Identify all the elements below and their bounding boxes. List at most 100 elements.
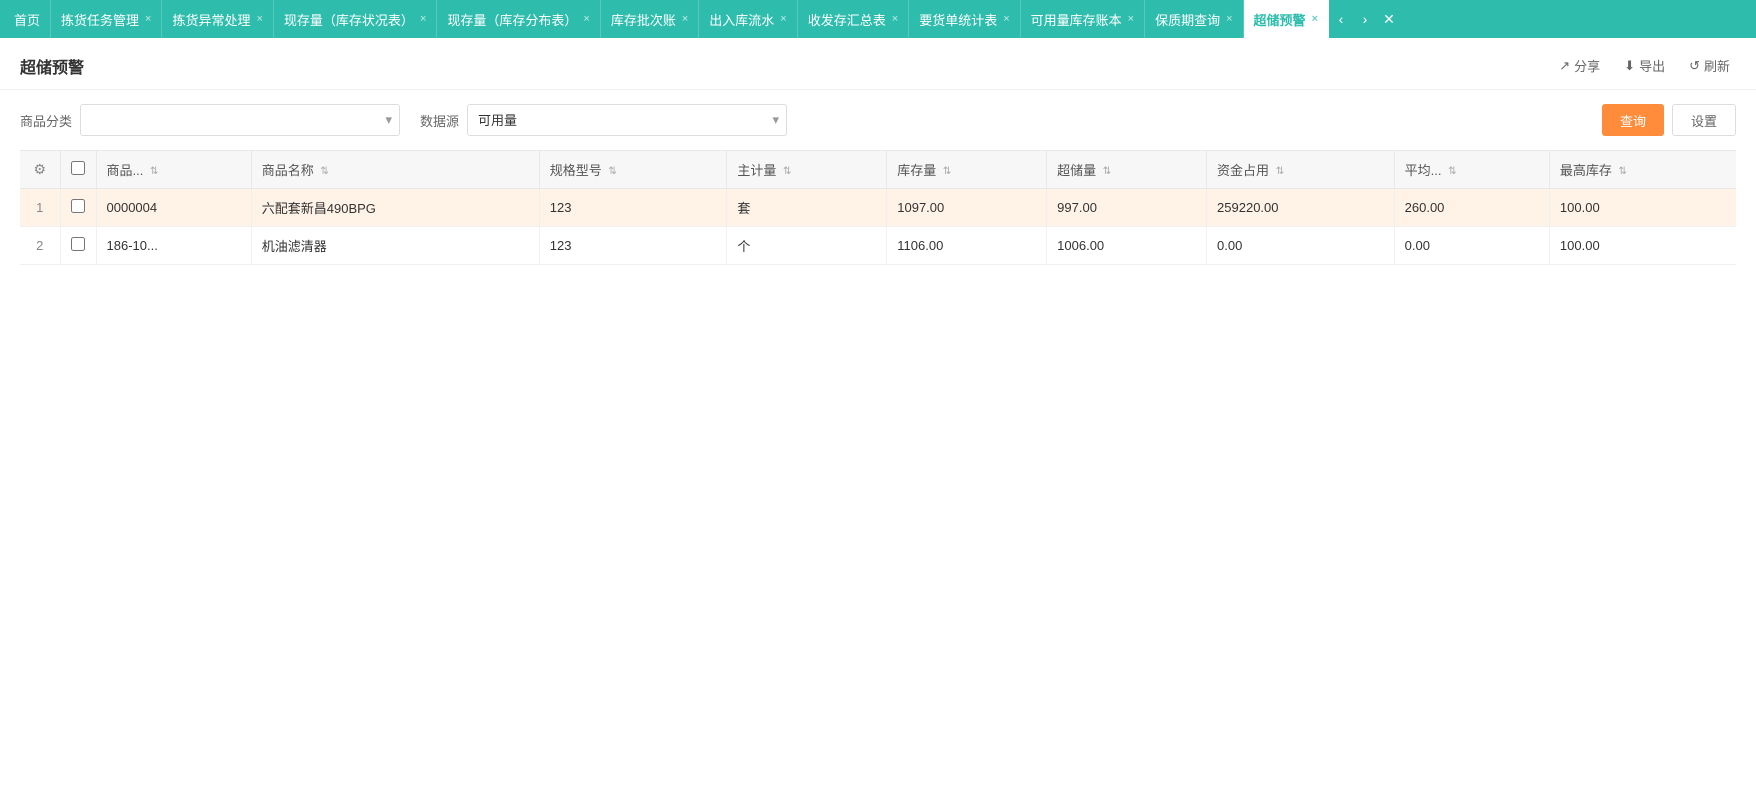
- tab-recv-send[interactable]: 收发存汇总表 ×: [798, 0, 909, 38]
- sort-icon: ⇅: [1448, 166, 1456, 177]
- tab-picking-exception[interactable]: 拣货异常处理 ×: [162, 0, 273, 38]
- nav-next-button[interactable]: ›: [1353, 0, 1377, 38]
- tab-stock-dist[interactable]: 现存量（库存分布表） ×: [437, 0, 600, 38]
- cell-unit: 个: [727, 227, 887, 265]
- col-header-avg[interactable]: 平均... ⇅: [1394, 151, 1549, 189]
- close-icon[interactable]: ×: [1003, 13, 1009, 25]
- row-index: 1: [20, 189, 60, 227]
- row-checkbox-cell: [60, 227, 96, 265]
- settings-button[interactable]: 设置: [1672, 104, 1736, 136]
- tab-expiry[interactable]: 保质期查询 ×: [1145, 0, 1243, 38]
- col-header-overstock[interactable]: 超储量 ⇅: [1047, 151, 1207, 189]
- cell-product-name: 机油滤清器: [251, 227, 539, 265]
- col-header-stock[interactable]: 库存量 ⇅: [887, 151, 1047, 189]
- query-button[interactable]: 查询: [1602, 104, 1664, 136]
- page-content: 超储预警 ↗ 分享 ⬇ 导出 ↺ 刷新 商品分类 ▾: [0, 38, 1756, 800]
- col-header-unit[interactable]: 主计量 ⇅: [727, 151, 887, 189]
- refresh-button[interactable]: ↺ 刷新: [1683, 52, 1736, 79]
- tab-stock-batch[interactable]: 库存批次账 ×: [601, 0, 699, 38]
- close-icon[interactable]: ×: [682, 13, 688, 25]
- cell-overstock: 997.00: [1047, 189, 1207, 227]
- cell-avg: 260.00: [1394, 189, 1549, 227]
- share-button[interactable]: ↗ 分享: [1553, 52, 1606, 79]
- close-icon[interactable]: ×: [420, 13, 426, 25]
- refresh-icon: ↺: [1689, 58, 1700, 74]
- sort-icon: ⇅: [320, 166, 328, 177]
- topbar: 首页 拣货任务管理 × 拣货异常处理 × 现存量（库存状况表） × 现存量（库存…: [0, 0, 1756, 38]
- row-checkbox[interactable]: [71, 199, 85, 213]
- sort-icon: ⇅: [783, 166, 791, 177]
- datasource-select[interactable]: 可用量: [467, 104, 787, 136]
- sort-icon: ⇅: [608, 166, 616, 177]
- close-icon[interactable]: ×: [1312, 13, 1318, 25]
- col-header-spec[interactable]: 规格型号 ⇅: [539, 151, 727, 189]
- tab-inout-flow[interactable]: 出入库流水 ×: [699, 0, 797, 38]
- tab-stock-status[interactable]: 现存量（库存状况表） ×: [274, 0, 437, 38]
- col-header-capital[interactable]: 资金占用 ⇅: [1207, 151, 1395, 189]
- col-header-checkbox: [60, 151, 96, 189]
- table-row: 1 0000004 六配套新昌490BPG 123 套 1097.00 997.…: [20, 189, 1736, 227]
- table-header-row: ⚙ 商品... ⇅ 商品名称 ⇅ 规格型号 ⇅: [20, 151, 1736, 189]
- cell-spec: 123: [539, 227, 727, 265]
- filter-buttons: 查询 设置: [1602, 104, 1736, 136]
- datasource-label: 数据源: [420, 111, 459, 130]
- close-icon[interactable]: ×: [780, 13, 786, 25]
- data-table: ⚙ 商品... ⇅ 商品名称 ⇅ 规格型号 ⇅: [20, 150, 1736, 265]
- close-icon[interactable]: ×: [1128, 13, 1134, 25]
- col-header-product-name[interactable]: 商品名称 ⇅: [251, 151, 539, 189]
- cell-overstock: 1006.00: [1047, 227, 1207, 265]
- cell-product-name: 六配套新昌490BPG: [251, 189, 539, 227]
- cell-avg: 0.00: [1394, 227, 1549, 265]
- col-header-max-stock[interactable]: 最高库存 ⇅: [1549, 151, 1736, 189]
- select-all-checkbox[interactable]: [71, 161, 85, 175]
- export-icon: ⬇: [1624, 58, 1635, 74]
- category-label: 商品分类: [20, 111, 72, 130]
- sort-icon: ⇅: [943, 166, 951, 177]
- category-select-wrapper: ▾: [80, 104, 400, 136]
- cell-stock: 1106.00: [887, 227, 1047, 265]
- close-icon[interactable]: ×: [892, 13, 898, 25]
- cell-max-stock: 100.00: [1549, 189, 1736, 227]
- category-select[interactable]: [80, 104, 400, 136]
- nav-close-button[interactable]: ✕: [1377, 0, 1401, 38]
- cell-spec: 123: [539, 189, 727, 227]
- close-icon[interactable]: ×: [583, 13, 589, 25]
- tab-usable-stock[interactable]: 可用量库存账本 ×: [1021, 0, 1145, 38]
- row-index: 2: [20, 227, 60, 265]
- close-icon[interactable]: ×: [1226, 13, 1232, 25]
- tab-order-stats[interactable]: 要货单统计表 ×: [909, 0, 1020, 38]
- sort-icon: ⇅: [1619, 166, 1627, 177]
- cell-capital: 0.00: [1207, 227, 1395, 265]
- filter-datasource: 数据源 可用量 ▾: [420, 104, 787, 136]
- export-button[interactable]: ⬇ 导出: [1618, 52, 1671, 79]
- cell-max-stock: 100.00: [1549, 227, 1736, 265]
- tab-home[interactable]: 首页: [4, 0, 51, 38]
- cell-unit: 套: [727, 189, 887, 227]
- table-wrapper: ⚙ 商品... ⇅ 商品名称 ⇅ 规格型号 ⇅: [0, 150, 1756, 265]
- filter-area: 商品分类 ▾ 数据源 可用量 ▾ 查询 设置: [0, 90, 1756, 150]
- header-actions: ↗ 分享 ⬇ 导出 ↺ 刷新: [1553, 52, 1736, 79]
- table-row: 2 186-10... 机油滤清器 123 个 1106.00 1006.00 …: [20, 227, 1736, 265]
- page-title: 超储预警: [20, 54, 84, 78]
- sort-icon: ⇅: [150, 166, 158, 177]
- tab-picking-task[interactable]: 拣货任务管理 ×: [51, 0, 162, 38]
- gear-icon[interactable]: ⚙: [33, 161, 46, 177]
- close-icon[interactable]: ×: [256, 13, 262, 25]
- datasource-select-wrapper: 可用量 ▾: [467, 104, 787, 136]
- filter-category: 商品分类 ▾: [20, 104, 400, 136]
- sort-icon: ⇅: [1103, 166, 1111, 177]
- close-icon[interactable]: ×: [145, 13, 151, 25]
- cell-product-code: 0000004: [96, 189, 251, 227]
- cell-product-code: 186-10...: [96, 227, 251, 265]
- row-checkbox[interactable]: [71, 237, 85, 251]
- share-icon: ↗: [1559, 58, 1570, 74]
- cell-capital: 259220.00: [1207, 189, 1395, 227]
- nav-prev-button[interactable]: ‹: [1329, 0, 1353, 38]
- page-header: 超储预警 ↗ 分享 ⬇ 导出 ↺ 刷新: [0, 38, 1756, 90]
- sort-icon: ⇅: [1276, 166, 1284, 177]
- cell-stock: 1097.00: [887, 189, 1047, 227]
- col-header-settings: ⚙: [20, 151, 60, 189]
- tab-overstock[interactable]: 超储预警 ×: [1244, 0, 1329, 38]
- col-header-product-code[interactable]: 商品... ⇅: [96, 151, 251, 189]
- row-checkbox-cell: [60, 189, 96, 227]
